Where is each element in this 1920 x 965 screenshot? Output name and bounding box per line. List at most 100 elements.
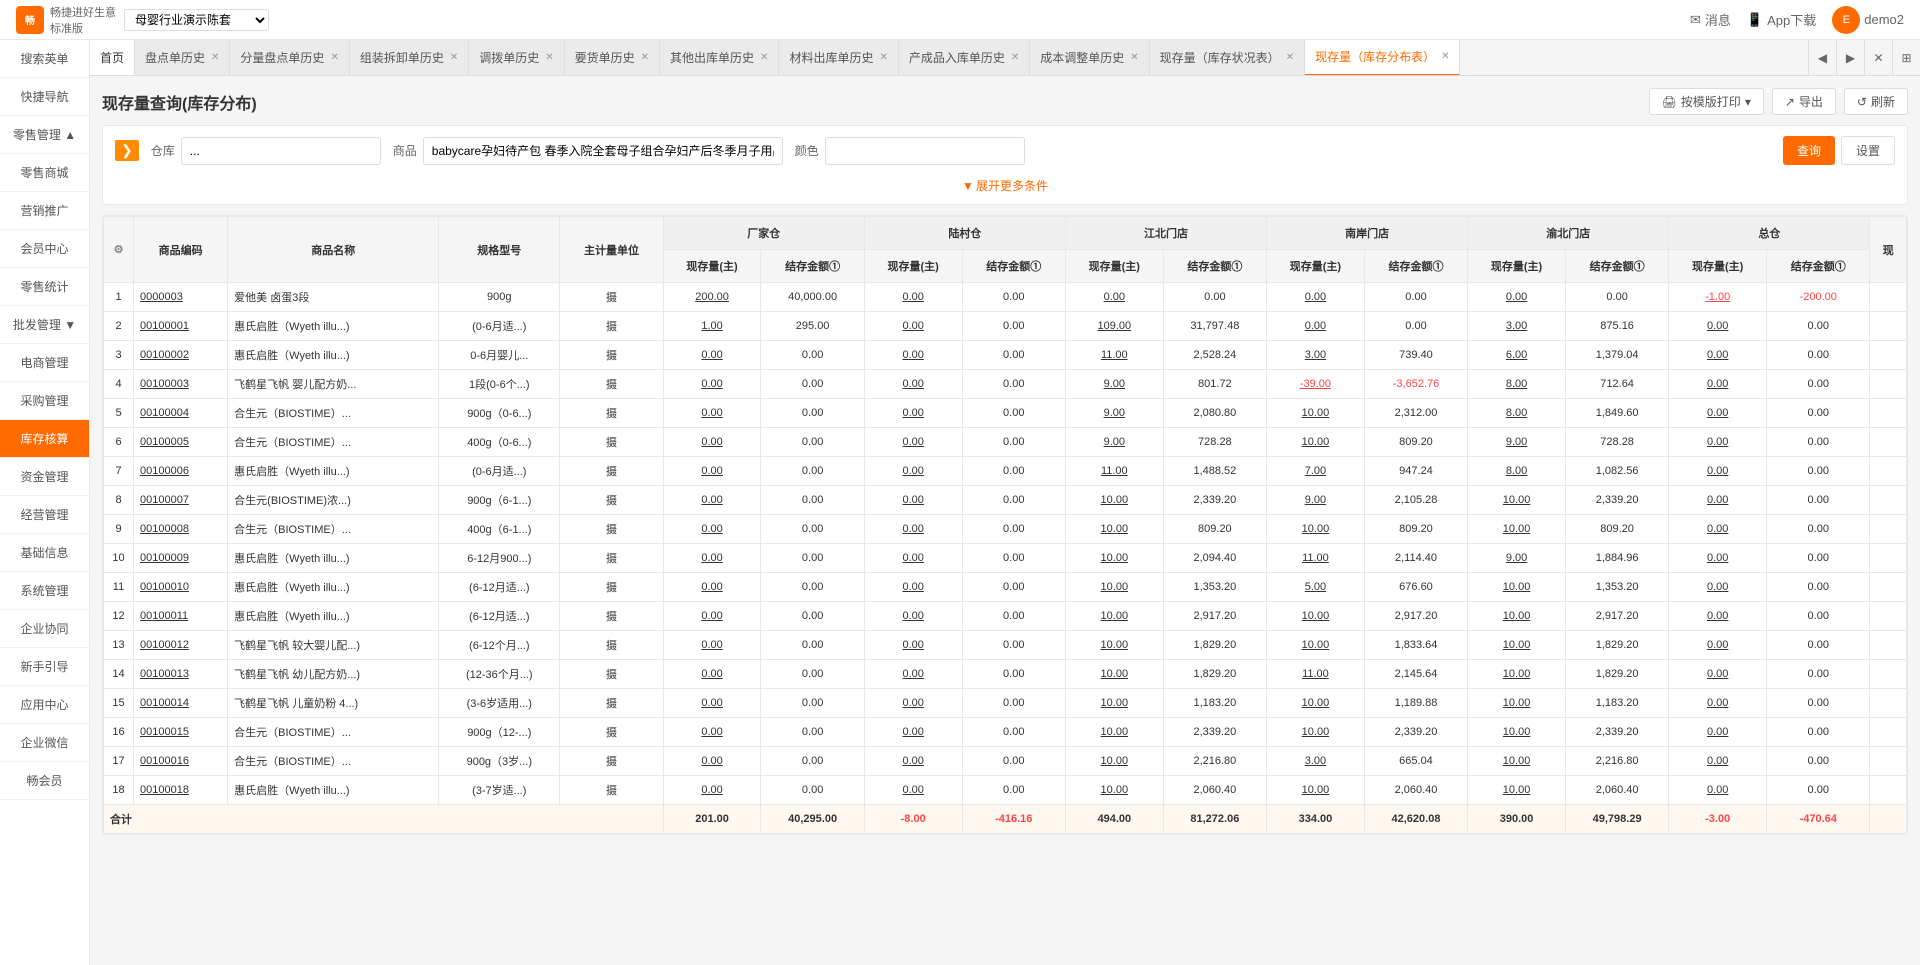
row-factory-qty[interactable]: 0.00: [663, 718, 761, 747]
row-yb-qty[interactable]: 10.00: [1468, 631, 1566, 660]
sidebar-item-ecom[interactable]: 电商管理: [0, 344, 89, 382]
tab-other-outbound[interactable]: 其他出库单历史 ✕: [660, 40, 779, 76]
row-lu-qty[interactable]: 0.00: [864, 341, 962, 370]
sidebar-item-nav[interactable]: 快捷导航: [0, 78, 89, 116]
tab-stock-distribution[interactable]: 现存量（库存分布表） ✕: [1305, 40, 1460, 76]
row-code[interactable]: 00100010: [134, 573, 228, 602]
row-code[interactable]: 0000003: [134, 283, 228, 312]
row-factory-qty[interactable]: 200.00: [663, 283, 761, 312]
row-total-qty[interactable]: 0.00: [1669, 341, 1767, 370]
sidebar-item-app[interactable]: 应用中心: [0, 686, 89, 724]
search-button[interactable]: 查询: [1783, 136, 1835, 165]
row-na-qty[interactable]: 7.00: [1267, 457, 1365, 486]
row-yb-qty[interactable]: 10.00: [1468, 718, 1566, 747]
row-code[interactable]: 00100018: [134, 776, 228, 805]
row-na-qty[interactable]: 10.00: [1267, 515, 1365, 544]
row-factory-qty[interactable]: 0.00: [663, 602, 761, 631]
row-na-qty[interactable]: 10.00: [1267, 428, 1365, 457]
row-jb-qty[interactable]: 10.00: [1065, 718, 1163, 747]
row-jb-qty[interactable]: 10.00: [1065, 660, 1163, 689]
row-total-qty[interactable]: 0.00: [1669, 515, 1767, 544]
row-yb-qty[interactable]: 8.00: [1468, 457, 1566, 486]
row-jb-qty[interactable]: 10.00: [1065, 689, 1163, 718]
row-jb-qty[interactable]: 10.00: [1065, 776, 1163, 805]
row-code[interactable]: 00100015: [134, 718, 228, 747]
color-input[interactable]: [825, 137, 1025, 165]
row-jb-qty[interactable]: 10.00: [1065, 573, 1163, 602]
sidebar-item-member[interactable]: 会员中心: [0, 230, 89, 268]
row-yb-qty[interactable]: 10.00: [1468, 660, 1566, 689]
tab-close[interactable]: ✕: [760, 52, 768, 63]
row-factory-qty[interactable]: 1.00: [663, 312, 761, 341]
goods-input[interactable]: [423, 137, 783, 165]
row-na-qty[interactable]: 10.00: [1267, 689, 1365, 718]
tab-split-stocktake[interactable]: 分量盘点单历史 ✕: [230, 40, 349, 76]
settings-button[interactable]: 设置: [1841, 136, 1895, 165]
tab-close[interactable]: ✕: [211, 52, 219, 63]
tab-assemble-history[interactable]: 组装拆卸单历史 ✕: [350, 40, 469, 76]
sidebar-item-marketing[interactable]: 营销推广: [0, 192, 89, 230]
row-yb-qty[interactable]: 3.00: [1468, 312, 1566, 341]
row-jb-qty[interactable]: 11.00: [1065, 457, 1163, 486]
tab-close[interactable]: ✕: [1441, 51, 1449, 62]
row-yb-qty[interactable]: 6.00: [1468, 341, 1566, 370]
row-total-qty[interactable]: 0.00: [1669, 312, 1767, 341]
row-factory-qty[interactable]: 0.00: [663, 660, 761, 689]
download-item[interactable]: 📱 App下载: [1747, 10, 1816, 29]
export-button[interactable]: ↗ 导出: [1772, 88, 1836, 115]
row-jb-qty[interactable]: 9.00: [1065, 399, 1163, 428]
row-lu-qty[interactable]: 0.00: [864, 718, 962, 747]
row-na-qty[interactable]: -39.00: [1267, 370, 1365, 399]
row-total-qty[interactable]: 0.00: [1669, 428, 1767, 457]
row-yb-qty[interactable]: 10.00: [1468, 776, 1566, 805]
row-jb-qty[interactable]: 10.00: [1065, 486, 1163, 515]
row-total-qty[interactable]: 0.00: [1669, 776, 1767, 805]
row-lu-qty[interactable]: 0.00: [864, 515, 962, 544]
row-yb-qty[interactable]: 10.00: [1468, 515, 1566, 544]
tab-close[interactable]: ✕: [330, 52, 338, 63]
tab-close[interactable]: ✕: [1286, 52, 1294, 63]
row-lu-qty[interactable]: 0.00: [864, 486, 962, 515]
row-factory-qty[interactable]: 0.00: [663, 573, 761, 602]
row-na-qty[interactable]: 0.00: [1267, 312, 1365, 341]
row-lu-qty[interactable]: 0.00: [864, 689, 962, 718]
row-jb-qty[interactable]: 10.00: [1065, 515, 1163, 544]
row-total-qty[interactable]: 0.00: [1669, 544, 1767, 573]
row-factory-qty[interactable]: 0.00: [663, 689, 761, 718]
row-lu-qty[interactable]: 0.00: [864, 428, 962, 457]
row-yb-qty[interactable]: 9.00: [1468, 544, 1566, 573]
row-jb-qty[interactable]: 109.00: [1065, 312, 1163, 341]
sidebar-item-purchase[interactable]: 采购管理: [0, 382, 89, 420]
tab-close[interactable]: ✕: [1130, 52, 1138, 63]
row-factory-qty[interactable]: 0.00: [663, 428, 761, 457]
row-lu-qty[interactable]: 0.00: [864, 457, 962, 486]
row-lu-qty[interactable]: 0.00: [864, 370, 962, 399]
sidebar-item-member2[interactable]: 畅会员: [0, 762, 89, 800]
row-code[interactable]: 00100002: [134, 341, 228, 370]
tab-requisition-history[interactable]: 要货单历史 ✕: [565, 40, 660, 76]
tab-material-outbound[interactable]: 材料出库单历史 ✕: [779, 40, 898, 76]
tab-expand-btn[interactable]: ⊞: [1892, 40, 1920, 76]
row-na-qty[interactable]: 10.00: [1267, 776, 1365, 805]
sidebar-item-system[interactable]: 系统管理: [0, 572, 89, 610]
row-na-qty[interactable]: 10.00: [1267, 399, 1365, 428]
sidebar-item-retail-mall[interactable]: 零售商城: [0, 154, 89, 192]
row-total-qty[interactable]: 0.00: [1669, 602, 1767, 631]
row-total-qty[interactable]: 0.00: [1669, 573, 1767, 602]
row-factory-qty[interactable]: 0.00: [663, 486, 761, 515]
collapse-arrow[interactable]: ❯: [115, 140, 139, 161]
row-lu-qty[interactable]: 0.00: [864, 573, 962, 602]
row-lu-qty[interactable]: 0.00: [864, 776, 962, 805]
expand-conditions-btn[interactable]: ▼ 展开更多条件: [962, 177, 1048, 194]
row-code[interactable]: 00100014: [134, 689, 228, 718]
sidebar-item-wechat[interactable]: 企业微信: [0, 724, 89, 762]
row-code[interactable]: 00100001: [134, 312, 228, 341]
row-jb-qty[interactable]: 0.00: [1065, 283, 1163, 312]
print-button[interactable]: 🖨 按模版打印 ▾: [1649, 88, 1764, 115]
row-yb-qty[interactable]: 8.00: [1468, 370, 1566, 399]
tab-stock-status[interactable]: 现存量（库存状况表） ✕: [1150, 40, 1305, 76]
row-code[interactable]: 00100005: [134, 428, 228, 457]
tab-close[interactable]: ✕: [1011, 52, 1019, 63]
row-factory-qty[interactable]: 0.00: [663, 631, 761, 660]
row-jb-qty[interactable]: 10.00: [1065, 631, 1163, 660]
